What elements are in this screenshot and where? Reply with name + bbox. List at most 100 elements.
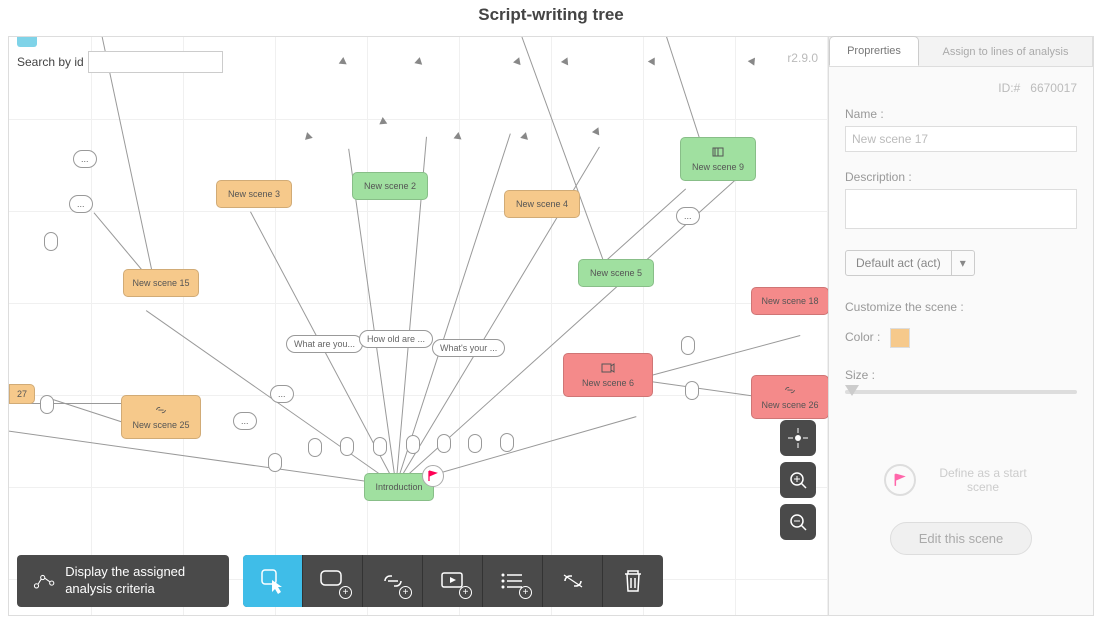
node-scene-26[interactable]: New scene 26 bbox=[751, 375, 828, 419]
slider-thumb[interactable] bbox=[845, 385, 859, 396]
sidebar: Proprerties Assign to lines of analysis … bbox=[828, 37, 1093, 615]
center-view-button[interactable] bbox=[780, 420, 816, 456]
ellipsis-node[interactable]: ... bbox=[270, 385, 294, 403]
main-frame: Search by id r2.9.0 bbox=[8, 36, 1094, 616]
define-start-label: Define as a start scene bbox=[928, 466, 1038, 494]
connector[interactable] bbox=[468, 434, 482, 453]
version-label: r2.9.0 bbox=[787, 51, 818, 65]
plus-icon: + bbox=[399, 586, 412, 599]
delete-tool-button[interactable] bbox=[603, 555, 663, 607]
flag-icon bbox=[884, 464, 916, 496]
id-value: 6670017 bbox=[1030, 81, 1077, 95]
define-start-button[interactable]: Define as a start scene bbox=[845, 464, 1077, 496]
start-flag-icon[interactable] bbox=[422, 465, 444, 487]
node-label: New scene 18 bbox=[761, 296, 818, 306]
search-input[interactable] bbox=[88, 51, 223, 73]
select-tool-button[interactable] bbox=[243, 555, 303, 607]
option-oval[interactable]: What are you... bbox=[286, 335, 363, 353]
connector[interactable] bbox=[681, 336, 695, 355]
node-scene-2[interactable]: New scene 2 bbox=[352, 172, 428, 200]
node-label: New scene 9 bbox=[692, 162, 744, 172]
node-label: New scene 2 bbox=[364, 181, 416, 191]
ellipsis-node[interactable]: ... bbox=[676, 207, 700, 225]
node-scene-18[interactable]: New scene 18 bbox=[751, 287, 828, 315]
node-scene-6[interactable]: New scene 6 bbox=[563, 353, 653, 397]
analysis-label: Display the assigned analysis criteria bbox=[65, 564, 213, 598]
add-link-tool-button[interactable]: + bbox=[363, 555, 423, 607]
zoom-out-button[interactable] bbox=[780, 504, 816, 540]
ellipsis-node[interactable]: ... bbox=[73, 150, 97, 168]
color-row: Color : bbox=[845, 328, 1077, 348]
link-icon bbox=[783, 384, 797, 396]
bottom-toolbar: Display the assigned analysis criteria +… bbox=[17, 555, 663, 607]
add-node-tool-button[interactable]: + bbox=[303, 555, 363, 607]
chevron-down-icon: ▾ bbox=[951, 251, 974, 275]
display-analysis-button[interactable]: Display the assigned analysis criteria bbox=[17, 555, 229, 607]
node-scene-5[interactable]: New scene 5 bbox=[578, 259, 654, 287]
zoom-in-button[interactable] bbox=[780, 462, 816, 498]
connector[interactable] bbox=[268, 453, 282, 472]
node-label: Introduction bbox=[375, 482, 422, 492]
size-row: Size : bbox=[845, 368, 1077, 394]
connector[interactable] bbox=[44, 232, 58, 251]
description-label: Description : bbox=[845, 170, 1077, 184]
tab-assign-analysis[interactable]: Assign to lines of analysis bbox=[919, 37, 1093, 66]
node-scene-3[interactable]: New scene 3 bbox=[216, 180, 292, 208]
connector[interactable] bbox=[373, 437, 387, 456]
option-oval[interactable]: How old are ... bbox=[359, 330, 433, 348]
unlink-tool-button[interactable] bbox=[543, 555, 603, 607]
connector[interactable] bbox=[40, 395, 54, 414]
node-label: New scene 15 bbox=[132, 278, 189, 288]
node-scene-27[interactable]: 27 bbox=[9, 384, 35, 404]
option-oval[interactable]: What's your ... bbox=[432, 339, 505, 357]
search-label: Search by id bbox=[17, 55, 84, 69]
node-scene-25[interactable]: New scene 25 bbox=[121, 395, 201, 439]
scene-icon bbox=[711, 146, 725, 158]
name-label: Name : bbox=[845, 107, 1077, 121]
properties-panel: ID:# 6670017 Name : Description : Defaul… bbox=[829, 67, 1093, 569]
connector[interactable] bbox=[406, 435, 420, 454]
sidebar-tabs: Proprerties Assign to lines of analysis bbox=[829, 37, 1093, 67]
node-label: New scene 5 bbox=[590, 268, 642, 278]
color-label: Color : bbox=[845, 330, 880, 344]
add-media-tool-button[interactable]: + bbox=[423, 555, 483, 607]
plus-icon: + bbox=[459, 586, 472, 599]
description-input[interactable] bbox=[845, 189, 1077, 229]
page-title: Script-writing tree bbox=[0, 0, 1102, 35]
analysis-icon bbox=[33, 568, 55, 594]
add-list-tool-button[interactable]: + bbox=[483, 555, 543, 607]
plus-icon: + bbox=[519, 586, 532, 599]
node-scene-4[interactable]: New scene 4 bbox=[504, 190, 580, 218]
node-label: New scene 3 bbox=[228, 189, 280, 199]
node-scene-9[interactable]: New scene 9 bbox=[680, 137, 756, 181]
canvas[interactable]: Search by id r2.9.0 bbox=[9, 37, 828, 615]
connector[interactable] bbox=[685, 381, 699, 400]
node-label: New scene 6 bbox=[582, 378, 634, 388]
id-line: ID:# 6670017 bbox=[845, 81, 1077, 95]
customize-label: Customize the scene : bbox=[845, 300, 1077, 314]
node-label: 27 bbox=[17, 389, 27, 399]
color-swatch[interactable] bbox=[890, 328, 910, 348]
node-label: New scene 26 bbox=[761, 400, 818, 410]
act-select[interactable]: Default act (act) ▾ bbox=[845, 250, 975, 276]
connector[interactable] bbox=[308, 438, 322, 457]
scene-icon bbox=[601, 362, 615, 374]
connector[interactable] bbox=[340, 437, 354, 456]
ellipsis-node[interactable]: ... bbox=[69, 195, 93, 213]
plus-icon: + bbox=[339, 586, 352, 599]
id-label: ID:# bbox=[998, 81, 1020, 95]
node-scene-15[interactable]: New scene 15 bbox=[123, 269, 199, 297]
size-slider[interactable] bbox=[845, 390, 1077, 394]
ellipsis-node[interactable]: ... bbox=[233, 412, 257, 430]
tab-properties[interactable]: Proprerties bbox=[829, 36, 919, 66]
size-label: Size : bbox=[845, 368, 875, 382]
connector[interactable] bbox=[437, 434, 451, 453]
act-select-label: Default act (act) bbox=[846, 251, 951, 275]
connector[interactable] bbox=[500, 433, 514, 452]
blue-tab bbox=[17, 37, 37, 47]
link-icon bbox=[154, 404, 168, 416]
search-box: Search by id bbox=[17, 51, 223, 73]
name-input[interactable] bbox=[845, 126, 1077, 152]
tool-strip: + + + + bbox=[243, 555, 663, 607]
edit-scene-button[interactable]: Edit this scene bbox=[890, 522, 1033, 555]
